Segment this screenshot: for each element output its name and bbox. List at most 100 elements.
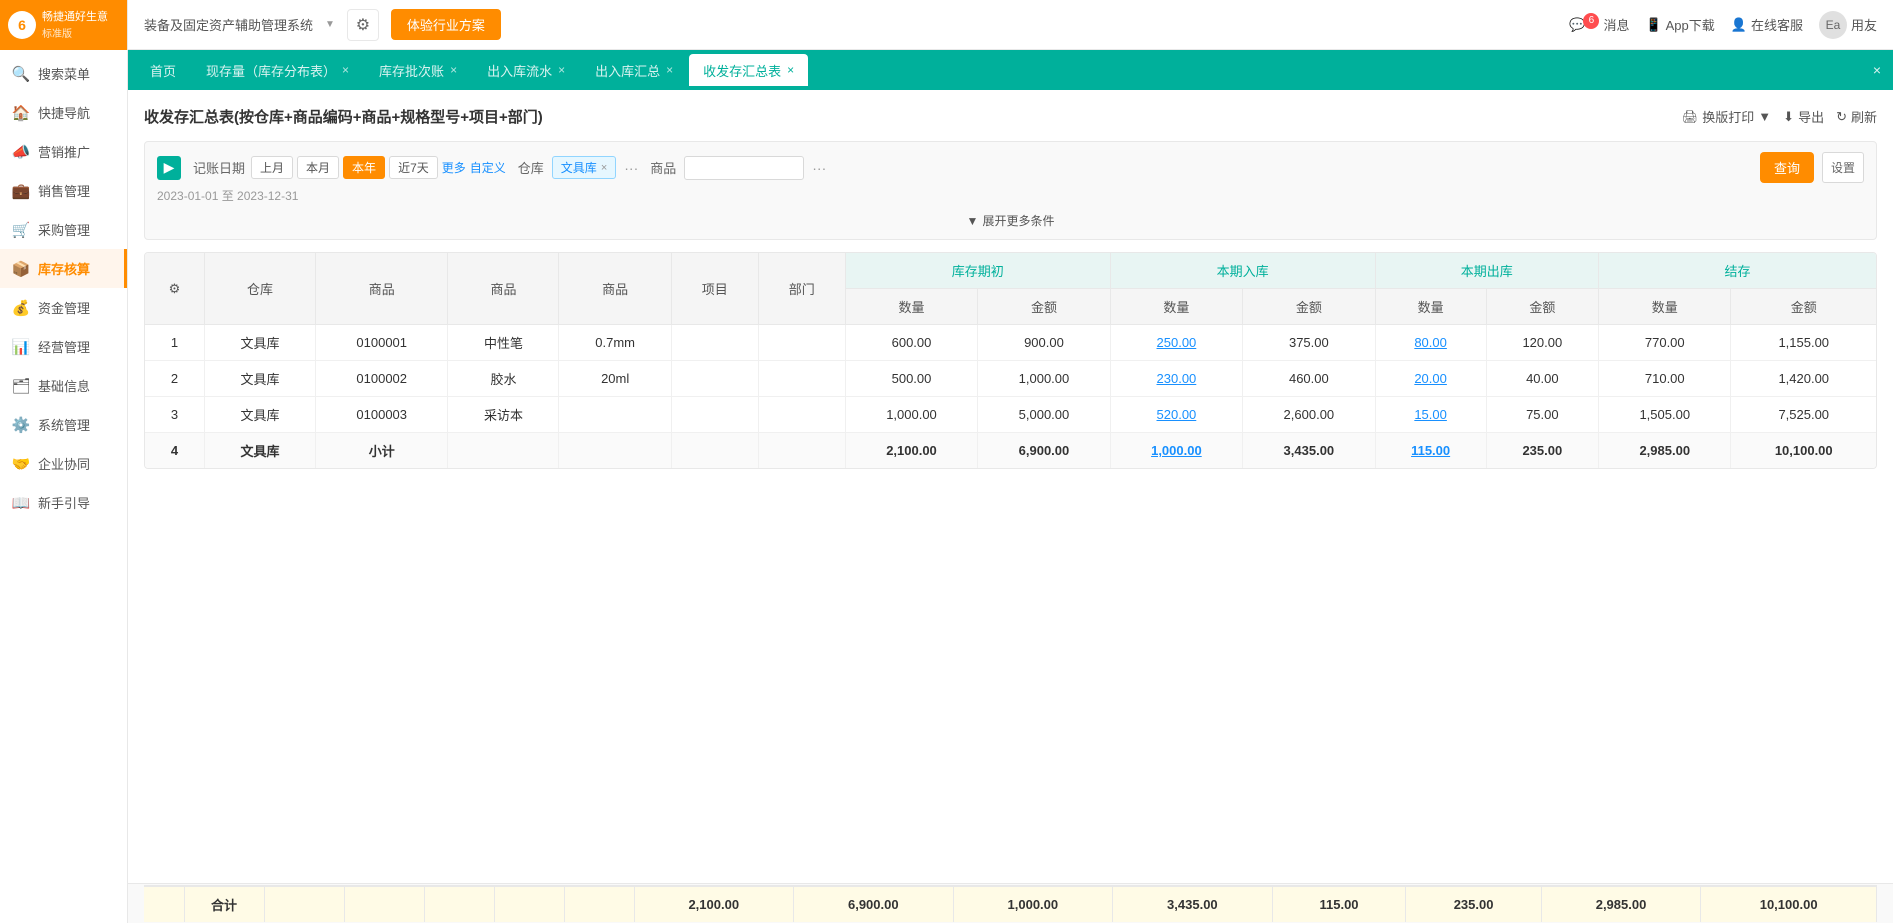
- data-table: ⚙ 仓库 商品 商品 商品 项目 部门 库存期初 本期入库 本期出库 结存 数量: [144, 252, 1877, 469]
- row3-out-qty[interactable]: 15.00: [1375, 397, 1486, 433]
- system-name: 装备及固定资产辅助管理系统: [144, 15, 313, 34]
- tab-home[interactable]: 首页: [136, 54, 190, 86]
- total-empty1: [144, 886, 184, 922]
- row3-in-qty[interactable]: 520.00: [1110, 397, 1242, 433]
- message-badge: 6: [1583, 13, 1599, 29]
- total-out-amt: 235.00: [1406, 886, 1541, 922]
- export-button[interactable]: ⬇ 导出: [1783, 107, 1824, 126]
- date-btn-custom[interactable]: 自定义: [470, 159, 506, 176]
- date-btn-this-month[interactable]: 本月: [297, 156, 339, 179]
- subtotal-in-qty[interactable]: 1,000.00: [1110, 433, 1242, 469]
- print-button[interactable]: 🖨 换版打印 ▼: [1682, 107, 1771, 126]
- marketing-icon: 📣: [12, 143, 30, 161]
- date-btn-more[interactable]: 更多: [442, 159, 466, 176]
- export-icon: ⬇: [1783, 109, 1794, 125]
- sidebar-item-system[interactable]: ⚙️ 系统管理: [0, 405, 127, 444]
- row2-open-qty: 500.00: [845, 361, 977, 397]
- row1-in-qty[interactable]: 250.00: [1110, 325, 1242, 361]
- content-area: 收发存汇总表(按仓库+商品编码+商品+规格型号+项目+部门) 🖨 换版打印 ▼ …: [128, 90, 1893, 883]
- filter-date-label: 记账日期: [193, 158, 245, 177]
- sidebar-item-operation-label: 经营管理: [38, 337, 90, 356]
- filter-collapse-btn[interactable]: ▶: [157, 156, 181, 180]
- table-row: 2 文具库 0100002 胶水 20ml 500.00 1,000.00 23…: [145, 361, 1876, 397]
- filter-goods-label: 商品: [650, 158, 676, 177]
- sidebar-item-inventory[interactable]: 📦 库存核算: [0, 249, 127, 288]
- app-download-button[interactable]: 📱 App下载: [1645, 15, 1714, 34]
- user-avatar-area[interactable]: Ea 用友: [1819, 11, 1877, 39]
- tab-recv-send-label: 收发存汇总表: [703, 61, 781, 80]
- sub-out-amt: 金额: [1486, 289, 1598, 325]
- system-dropdown[interactable]: ▼: [325, 19, 335, 30]
- total-empty2: [264, 886, 344, 922]
- tab-inout-flow[interactable]: 出入库流水 ×: [473, 54, 579, 86]
- row2-out-amt: 40.00: [1486, 361, 1598, 397]
- message-label: 消息: [1603, 15, 1629, 34]
- row2-close-qty: 710.00: [1599, 361, 1731, 397]
- sales-icon: 💼: [12, 182, 30, 200]
- sub-close-qty: 数量: [1599, 289, 1731, 325]
- row1-num: 1: [145, 325, 204, 361]
- sidebar-item-marketing[interactable]: 📣 营销推广: [0, 132, 127, 171]
- online-service-button[interactable]: 👤 在线客服: [1731, 15, 1803, 34]
- tab-stock-dist-close[interactable]: ×: [342, 63, 349, 77]
- sidebar-item-quicknav[interactable]: 🏠 快捷导航: [0, 93, 127, 132]
- expand-conditions-btn[interactable]: ▼ 展开更多条件: [157, 212, 1864, 229]
- row1-open-amt: 900.00: [978, 325, 1110, 361]
- subtotal-open-amt: 6,900.00: [978, 433, 1110, 469]
- row2-out-qty[interactable]: 20.00: [1375, 361, 1486, 397]
- date-btn-last-month[interactable]: 上月: [251, 156, 293, 179]
- row1-out-amt: 120.00: [1486, 325, 1598, 361]
- sub-in-qty: 数量: [1110, 289, 1242, 325]
- sidebar-item-search[interactable]: 🔍 搜索菜单: [0, 54, 127, 93]
- sidebar-item-sales[interactable]: 💼 销售管理: [0, 171, 127, 210]
- date-btn-7days[interactable]: 近7天: [389, 156, 438, 179]
- total-open-amt: 6,900.00: [794, 886, 954, 922]
- settings-button[interactable]: ⚙: [347, 9, 379, 41]
- total-empty3: [344, 886, 424, 922]
- sub-open-qty: 数量: [845, 289, 977, 325]
- total-row: 合计 2,100.00 6,900.00 1,000.00 3,435.00 1…: [144, 886, 1877, 922]
- tab-stock-dist[interactable]: 现存量（库存分布表） ×: [192, 54, 363, 86]
- inventory-icon: 📦: [12, 260, 30, 278]
- sidebar-item-operation[interactable]: 📊 经营管理: [0, 327, 127, 366]
- operation-icon: 📊: [12, 338, 30, 356]
- row1-out-qty[interactable]: 80.00: [1375, 325, 1486, 361]
- tab-recv-send[interactable]: 收发存汇总表 ×: [689, 54, 808, 86]
- message-button[interactable]: 💬 6 消息: [1569, 15, 1629, 34]
- warehouse-more[interactable]: ···: [624, 160, 638, 176]
- col-dept: 部门: [758, 253, 845, 325]
- tab-inout-summary[interactable]: 出入库汇总 ×: [581, 54, 687, 86]
- avatar: Ea: [1819, 11, 1847, 39]
- tabbar: 首页 现存量（库存分布表） × 库存批次账 × 出入库流水 × 出入库汇总 × …: [128, 50, 1893, 90]
- col-code: 商品: [315, 253, 447, 325]
- sidebar-item-purchase[interactable]: 🛒 采购管理: [0, 210, 127, 249]
- tab-inout-flow-close[interactable]: ×: [558, 63, 565, 77]
- trial-button[interactable]: 体验行业方案: [391, 9, 501, 40]
- mobile-icon: 📱: [1645, 17, 1661, 33]
- logo-icon: 6: [8, 11, 36, 39]
- date-btn-this-year[interactable]: 本年: [343, 156, 385, 179]
- tabbar-close-all[interactable]: ×: [1873, 62, 1881, 78]
- row2-in-qty[interactable]: 230.00: [1110, 361, 1242, 397]
- tab-recv-send-close[interactable]: ×: [787, 63, 794, 77]
- sidebar-item-collab[interactable]: 🤝 企业协同: [0, 444, 127, 483]
- sidebar-item-guide[interactable]: 📖 新手引导: [0, 483, 127, 522]
- tab-batch[interactable]: 库存批次账 ×: [365, 54, 471, 86]
- query-button[interactable]: 查询: [1760, 152, 1814, 183]
- row3-code: 0100003: [315, 397, 447, 433]
- sidebar-item-inventory-label: 库存核算: [38, 259, 90, 278]
- settings-filter-button[interactable]: 设置: [1822, 152, 1864, 183]
- goods-input[interactable]: [684, 156, 804, 180]
- filter-date-options: 上月 本月 本年 近7天 更多 自定义: [251, 156, 506, 179]
- print-icon: 🖨: [1682, 109, 1699, 125]
- table-settings-icon[interactable]: ⚙: [145, 253, 204, 325]
- goods-more[interactable]: ···: [812, 160, 826, 176]
- tab-batch-close[interactable]: ×: [450, 63, 457, 77]
- refresh-button[interactable]: ↻ 刷新: [1836, 107, 1877, 126]
- warehouse-tag-close[interactable]: ×: [601, 162, 607, 174]
- tab-inout-summary-close[interactable]: ×: [666, 63, 673, 77]
- sidebar-item-finance[interactable]: 💰 资金管理: [0, 288, 127, 327]
- row1-code: 0100001: [315, 325, 447, 361]
- sidebar-item-basic[interactable]: 🗂 基础信息: [0, 366, 127, 405]
- subtotal-out-qty[interactable]: 115.00: [1375, 433, 1486, 469]
